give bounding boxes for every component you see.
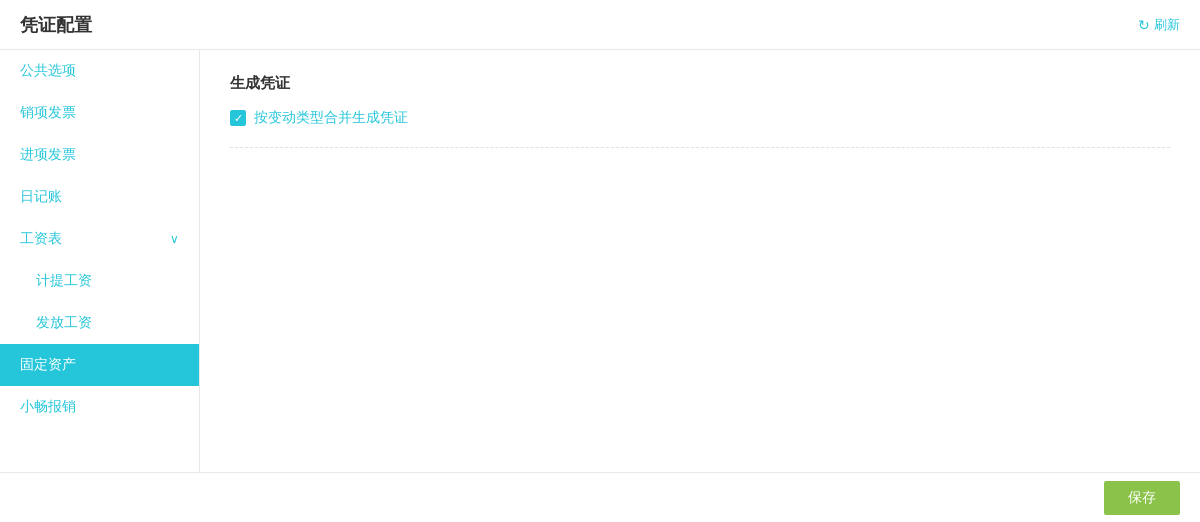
page-header: 凭证配置 ↻ 刷新: [0, 0, 1200, 50]
merge-checkbox[interactable]: ✓: [230, 110, 246, 126]
sidebar-item-label: 固定资产: [20, 356, 76, 374]
sidebar-item-sales-invoice[interactable]: 销项发票: [0, 92, 199, 134]
page-title: 凭证配置: [20, 13, 92, 37]
chevron-down-icon: ∨: [170, 232, 179, 246]
sidebar-item-journal[interactable]: 日记账: [0, 176, 199, 218]
main-container: 公共选项销项发票进项发票日记账工资表 ∨ 计提工资发放工资固定资产小畅报销 生成凭证…: [0, 50, 1200, 472]
sidebar-item-calc-salary[interactable]: 计提工资: [0, 260, 199, 302]
section-title: 生成凭证: [230, 74, 1170, 93]
sidebar-item-label: 进项发票: [20, 146, 76, 164]
checkmark-icon: ✓: [234, 113, 243, 124]
sidebar-item-label: 销项发票: [20, 104, 76, 122]
section-divider: [230, 147, 1170, 148]
sidebar-item-expense-report[interactable]: 小畅报销: [0, 386, 199, 428]
checkbox-row: ✓ 按变动类型合并生成凭证: [230, 109, 1170, 127]
sidebar-item-fixed-assets[interactable]: 固定资产: [0, 344, 199, 386]
save-button[interactable]: 保存: [1104, 481, 1180, 515]
page-footer: 保存: [0, 472, 1200, 522]
sidebar-item-label: 计提工资: [36, 272, 92, 290]
refresh-button[interactable]: ↻ 刷新: [1138, 16, 1180, 34]
sidebar-item-public-options[interactable]: 公共选项: [0, 50, 199, 92]
sidebar-item-label: 公共选项: [20, 62, 76, 80]
sidebar-item-pay-salary[interactable]: 发放工资: [0, 302, 199, 344]
sidebar-item-label: 日记账: [20, 188, 62, 206]
sidebar: 公共选项销项发票进项发票日记账工资表 ∨ 计提工资发放工资固定资产小畅报销: [0, 50, 200, 472]
sidebar-item-label: 小畅报销: [20, 398, 76, 416]
sidebar-item-label: 工资表: [20, 230, 62, 248]
refresh-label: 刷新: [1154, 16, 1180, 34]
sidebar-item-payroll-table[interactable]: 工资表 ∨: [0, 218, 199, 260]
refresh-icon: ↻: [1138, 17, 1150, 33]
checkbox-label[interactable]: 按变动类型合并生成凭证: [254, 109, 408, 127]
sidebar-item-purchase-invoice[interactable]: 进项发票: [0, 134, 199, 176]
sidebar-item-label: 发放工资: [36, 314, 92, 332]
content-area: 生成凭证 ✓ 按变动类型合并生成凭证: [200, 50, 1200, 472]
